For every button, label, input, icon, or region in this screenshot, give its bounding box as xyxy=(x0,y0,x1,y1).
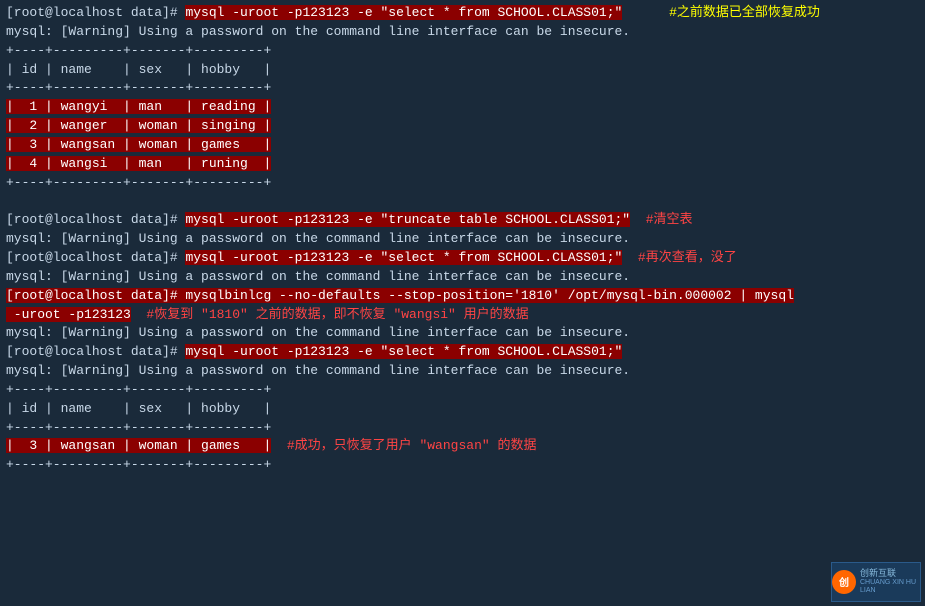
comment-final: #成功，只恢复了用户 "wangsan" 的数据 xyxy=(271,438,536,453)
comment-binlog: #恢复到 "1810" 之前的数据，即不恢复 "wangsi" 用户的数据 xyxy=(131,307,529,322)
warning-3: mysql: [Warning] Using a password on the… xyxy=(6,268,919,287)
warning-2: mysql: [Warning] Using a password on the… xyxy=(6,230,919,249)
row-3-data: | 3 | wangsan | woman | games | xyxy=(6,137,271,152)
comment-first: #之前数据已全部恢复成功 xyxy=(669,5,820,20)
row-1-data: | 1 | wangyi | man | reading | xyxy=(6,99,271,114)
warning-5: mysql: [Warning] Using a password on the… xyxy=(6,362,919,381)
table-row-3: | 3 | wangsan | woman | games | xyxy=(6,136,919,155)
line-select-2: [root@localhost data]# mysql -uroot -p12… xyxy=(6,249,919,268)
row-final-data: | 3 | wangsan | woman | games | xyxy=(6,438,271,453)
logo-svg: 创 xyxy=(832,570,856,594)
prompt-1: [root@localhost data]# xyxy=(6,5,185,20)
line-1: [root@localhost data]# mysql -uroot -p12… xyxy=(6,4,919,23)
table-border-6: +----+---------+-------+---------+ xyxy=(6,456,919,475)
line-binlog-2: -uroot -p123123 #恢复到 "1810" 之前的数据，即不恢复 "… xyxy=(6,306,919,325)
prompt-3: [root@localhost data]# xyxy=(6,250,185,265)
cmd-binlog-cont: -uroot -p123123 xyxy=(6,307,131,322)
logo-line1: 创新互联 xyxy=(860,568,920,579)
svg-text:创: 创 xyxy=(838,576,849,589)
row-4-data: | 4 | wangsi | man | runing | xyxy=(6,156,271,171)
cmd-select-2: mysql -uroot -p123123 -e "select * from … xyxy=(185,250,622,265)
table-border-5: +----+---------+-------+---------+ xyxy=(6,419,919,438)
terminal: [root@localhost data]# mysql -uroot -p12… xyxy=(0,0,925,606)
cmd-1: mysql -uroot -p123123 -e "select * from … xyxy=(185,5,622,20)
table-border-2: +----+---------+-------+---------+ xyxy=(6,79,919,98)
table-row-1: | 1 | wangyi | man | reading | xyxy=(6,98,919,117)
comment-truncate: #清空表 xyxy=(630,212,692,227)
warning-4: mysql: [Warning] Using a password on the… xyxy=(6,324,919,343)
line-binlog-1: [root@localhost data]# mysqlbinlcg --no-… xyxy=(6,287,919,306)
cmd-binlog: [root@localhost data]# mysqlbinlcg --no-… xyxy=(6,288,794,303)
table-border-4: +----+---------+-------+---------+ xyxy=(6,381,919,400)
logo-line2: CHUANG XIN HU LIAN xyxy=(860,579,920,596)
table-header-1: | id | name | sex | hobby | xyxy=(6,61,919,80)
table-header-2: | id | name | sex | hobby | xyxy=(6,400,919,419)
logo-text: 创新互联 CHUANG XIN HU LIAN xyxy=(860,568,920,596)
cmd-select-3: mysql -uroot -p123123 -e "select * from … xyxy=(185,344,622,359)
logo-watermark: 创 创新互联 CHUANG XIN HU LIAN xyxy=(831,562,921,602)
table-row-final: | 3 | wangsan | woman | games | #成功，只恢复了… xyxy=(6,437,919,456)
cmd-truncate: mysql -uroot -p123123 -e "truncate table… xyxy=(185,212,630,227)
row-2-data: | 2 | wanger | woman | singing | xyxy=(6,118,271,133)
logo-icon: 创 xyxy=(832,570,856,594)
table-border-1: +----+---------+-------+---------+ xyxy=(6,42,919,61)
blank-1 xyxy=(6,192,919,211)
line-select-3: [root@localhost data]# mysql -uroot -p12… xyxy=(6,343,919,362)
table-row-2: | 2 | wanger | woman | singing | xyxy=(6,117,919,136)
prompt-4: [root@localhost data]# xyxy=(6,344,185,359)
table-border-3: +----+---------+-------+---------+ xyxy=(6,174,919,193)
table-row-4: | 4 | wangsi | man | runing | xyxy=(6,155,919,174)
warning-1: mysql: [Warning] Using a password on the… xyxy=(6,23,919,42)
prompt-2: [root@localhost data]# xyxy=(6,212,185,227)
comment-select-2: #再次查看，没了 xyxy=(622,250,736,265)
line-truncate: [root@localhost data]# mysql -uroot -p12… xyxy=(6,211,919,230)
